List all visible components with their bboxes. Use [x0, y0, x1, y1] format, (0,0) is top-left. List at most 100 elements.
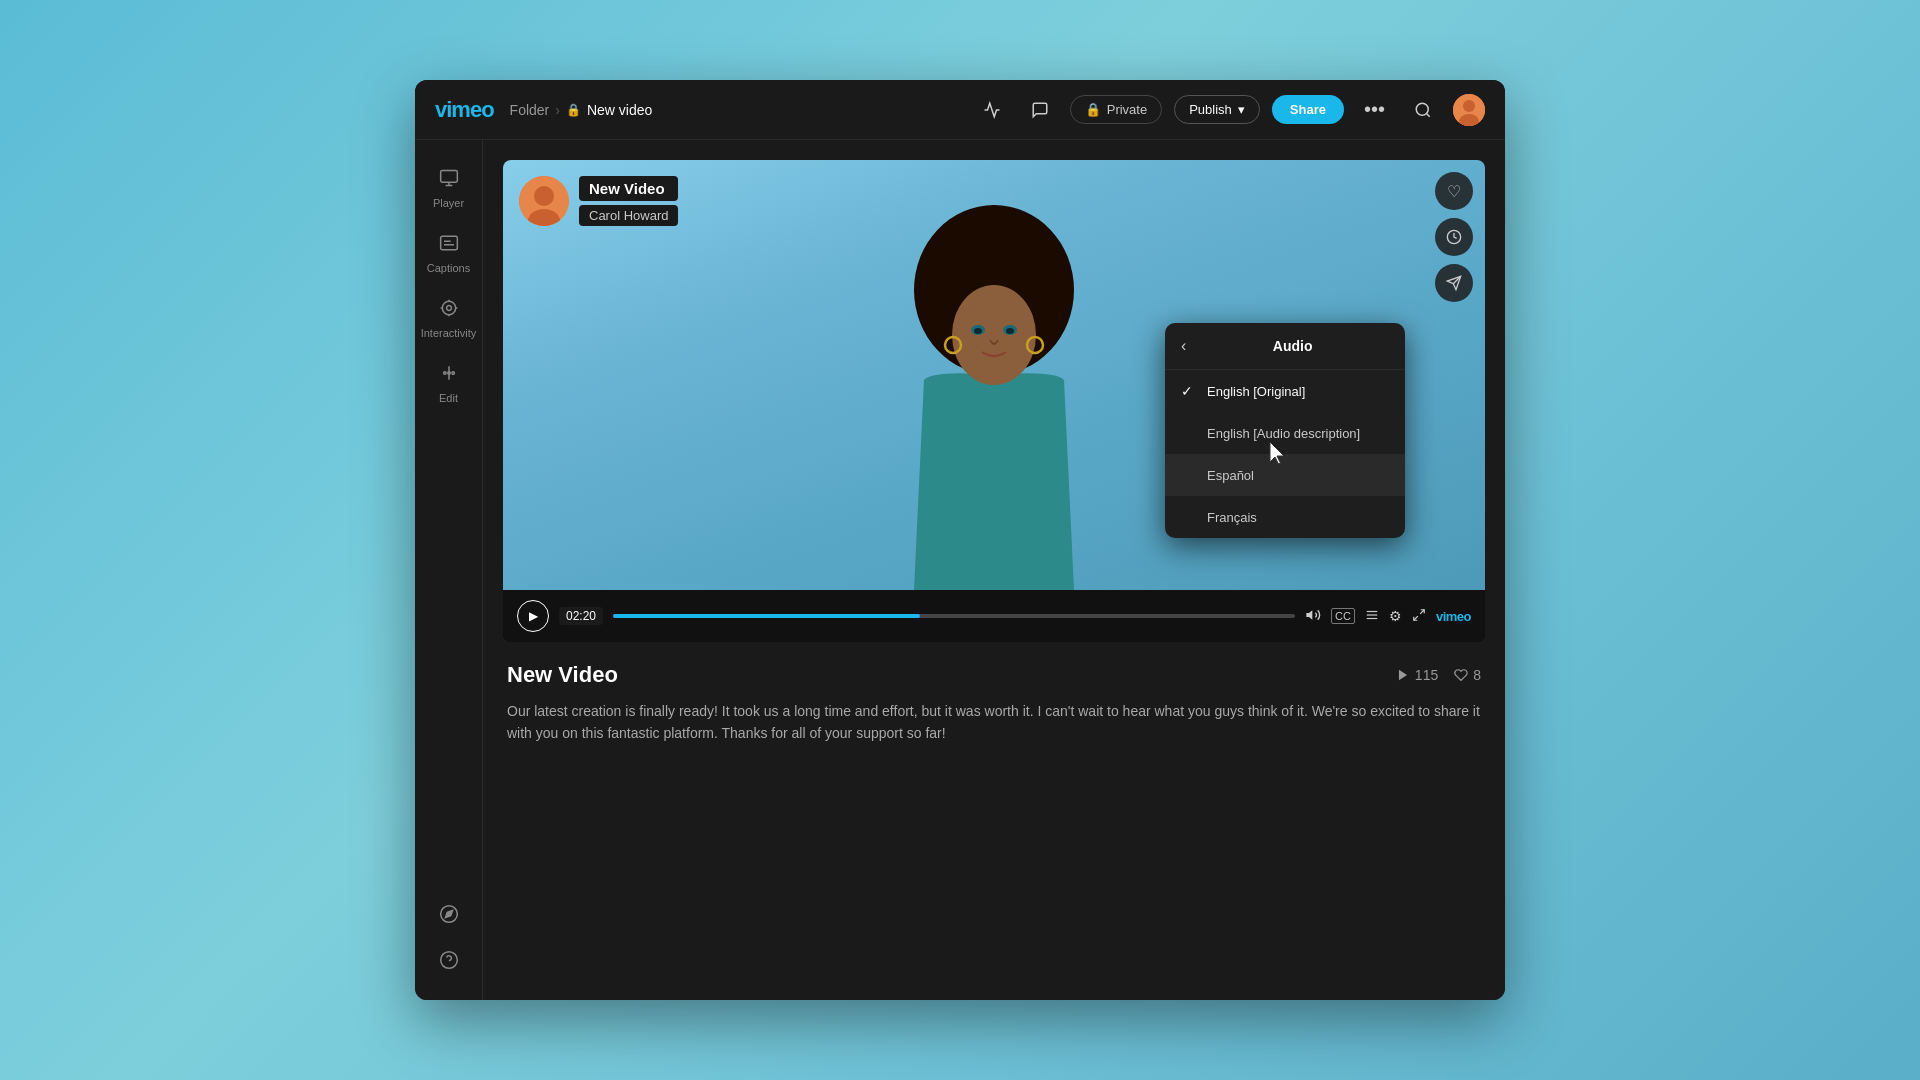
video-overlay-author: Carol Howard [579, 205, 678, 226]
help-icon [439, 950, 459, 972]
audio-back-button[interactable]: ‹ [1181, 337, 1186, 355]
playback-controls: CC ⚙ [1305, 607, 1471, 626]
share-video-button[interactable] [1435, 264, 1473, 302]
svg-line-45 [1414, 616, 1418, 620]
video-actions: ♡ [1435, 172, 1473, 302]
svg-point-30 [974, 328, 982, 334]
likes-stat: 8 [1454, 667, 1481, 683]
likes-count: 8 [1473, 667, 1481, 683]
breadcrumb-lock-icon: 🔒 [566, 103, 581, 117]
player-icon [439, 168, 459, 193]
settings-icon[interactable]: ⚙ [1389, 608, 1402, 624]
publish-button[interactable]: Publish ▾ [1174, 95, 1260, 124]
audio-option-label: English [Audio description] [1207, 426, 1360, 441]
svg-rect-41 [1367, 610, 1378, 611]
svg-point-17 [443, 372, 446, 375]
sidebar-item-player[interactable]: Player [421, 160, 477, 217]
play-button[interactable]: ▶ [517, 600, 549, 632]
volume-icon[interactable] [1305, 607, 1321, 626]
audio-dropdown-title: Audio [1196, 338, 1389, 354]
vimeo-watermark: vimeo [1436, 609, 1471, 624]
svg-rect-5 [440, 171, 457, 183]
audio-option-francais[interactable]: Français [1165, 496, 1405, 538]
video-title-block: New Video Carol Howard [579, 176, 678, 226]
sidebar-bottom [421, 896, 477, 980]
svg-marker-40 [1306, 610, 1312, 619]
sidebar-item-edit[interactable]: Edit [421, 355, 477, 412]
no-check-spacer [1181, 425, 1197, 441]
sidebar-item-help[interactable] [421, 942, 477, 980]
progress-fill [613, 614, 920, 618]
no-check-spacer [1181, 509, 1197, 525]
svg-rect-43 [1367, 617, 1378, 618]
vimeo-logo: vimeo [435, 97, 494, 123]
more-options-button[interactable]: ••• [1356, 94, 1393, 125]
publish-chevron-icon: ▾ [1238, 102, 1245, 117]
audio-option-label: Español [1207, 468, 1254, 483]
audio-option-espanol[interactable]: Español [1165, 454, 1405, 496]
lock-icon: 🔒 [1085, 102, 1101, 117]
video-description: Our latest creation is finally ready! It… [507, 700, 1481, 745]
private-button[interactable]: 🔒 Private [1070, 95, 1162, 124]
sidebar-item-compass[interactable] [421, 896, 477, 934]
share-button[interactable]: Share [1272, 95, 1344, 124]
breadcrumb-current: New video [587, 102, 652, 118]
svg-point-19 [451, 372, 454, 375]
user-avatar[interactable] [1453, 94, 1485, 126]
sidebar-label-edit: Edit [439, 392, 458, 404]
svg-rect-8 [440, 236, 457, 249]
private-label: Private [1107, 102, 1147, 117]
video-meta-header: New Video 115 8 [507, 662, 1481, 688]
chapters-icon[interactable] [1365, 608, 1379, 625]
check-icon: ✓ [1181, 383, 1197, 399]
video-container: New Video Carol Howard ♡ [503, 160, 1485, 642]
video-avatar [519, 176, 569, 226]
svg-marker-22 [445, 910, 452, 917]
breadcrumb: Folder › 🔒 New video [510, 102, 653, 118]
sidebar-label-captions: Captions [427, 262, 470, 274]
sidebar-label-interactivity: Interactivity [421, 327, 477, 339]
watchlater-button[interactable] [1435, 218, 1473, 256]
svg-rect-42 [1367, 614, 1378, 615]
publish-label: Publish [1189, 102, 1232, 117]
sidebar-label-player: Player [433, 197, 464, 209]
audio-option-label: English [Original] [1207, 384, 1305, 399]
audio-option-label: Français [1207, 510, 1257, 525]
edit-icon [439, 363, 459, 388]
captions-icon [439, 233, 459, 258]
svg-point-35 [534, 186, 554, 206]
cc-icon[interactable]: CC [1331, 608, 1355, 624]
svg-point-11 [446, 306, 451, 311]
views-stat: 115 [1396, 667, 1438, 683]
no-check-spacer [1181, 467, 1197, 483]
audio-option-english-desc[interactable]: English [Audio description] [1165, 412, 1405, 454]
svg-line-44 [1420, 609, 1424, 613]
fullscreen-icon[interactable] [1412, 608, 1426, 625]
comments-icon-button[interactable] [1022, 92, 1058, 128]
svg-marker-46 [1399, 670, 1407, 681]
video-thumbnail: New Video Carol Howard ♡ [503, 160, 1485, 590]
svg-point-31 [1006, 328, 1014, 334]
analytics-icon-button[interactable] [974, 92, 1010, 128]
like-video-button[interactable]: ♡ [1435, 172, 1473, 210]
playback-bar: ▶ 02:20 CC [503, 590, 1485, 642]
compass-icon [439, 904, 459, 926]
audio-option-english-original[interactable]: ✓ English [Original] [1165, 370, 1405, 412]
svg-point-27 [952, 285, 1036, 385]
video-overlay-title: New Video [579, 176, 678, 201]
breadcrumb-folder[interactable]: Folder [510, 102, 550, 118]
svg-point-0 [1416, 103, 1428, 115]
sidebar-item-interactivity[interactable]: Interactivity [421, 290, 477, 347]
header-right: 🔒 Private Publish ▾ Share ••• [974, 92, 1485, 128]
sidebar-item-captions[interactable]: Captions [421, 225, 477, 282]
main-layout: Player Captions [415, 140, 1505, 1000]
sidebar: Player Captions [415, 140, 483, 1000]
progress-bar[interactable] [613, 614, 1295, 618]
svg-line-1 [1426, 113, 1429, 116]
video-title: New Video [507, 662, 618, 688]
video-meta: New Video 115 8 [503, 642, 1485, 745]
video-info-overlay: New Video Carol Howard [519, 176, 678, 226]
svg-point-12 [442, 301, 455, 314]
search-icon-button[interactable] [1405, 92, 1441, 128]
breadcrumb-separator: › [555, 102, 560, 118]
